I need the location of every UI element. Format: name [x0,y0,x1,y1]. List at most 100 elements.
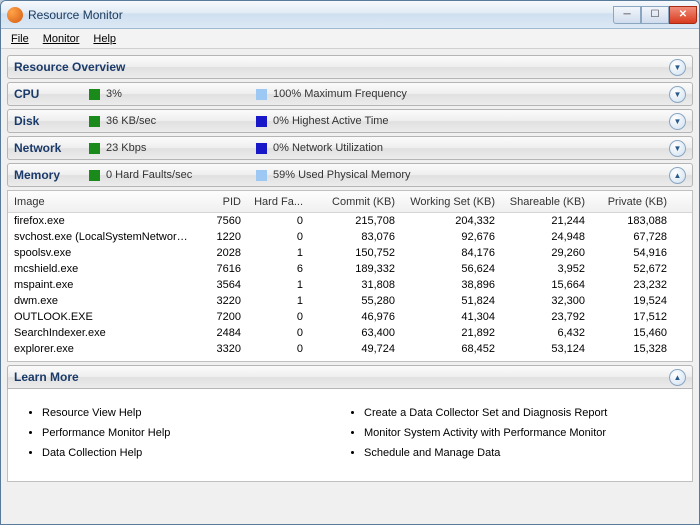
table-row[interactable]: SearchIndexer.exe2484063,40021,8926,4321… [8,325,692,341]
col-pid[interactable]: PID [200,196,248,208]
learn-more-link[interactable]: Schedule and Manage Data [364,447,672,459]
cell-image: mcshield.exe [8,263,200,275]
learn-more-link[interactable]: Data Collection Help [42,447,350,459]
section-title: Memory [14,168,89,182]
table-row[interactable]: mcshield.exe76166189,33256,6243,95252,67… [8,261,692,277]
menu-monitor[interactable]: Monitor [37,31,86,47]
col-hardfaults[interactable]: Hard Fa... [248,196,310,208]
cell-private: 183,088 [592,215,674,227]
section-network[interactable]: Network 23 Kbps 0% Network Utilization ▼ [7,136,693,160]
cell-shareable: 24,948 [502,231,592,243]
cell-workingset: 38,896 [402,279,502,291]
table-body[interactable]: firefox.exe75600215,708204,33221,244183,… [8,213,692,361]
cell-pid: 3220 [200,295,248,307]
cell-commit: 63,400 [310,327,402,339]
window-controls: ─ ☐ ✕ [613,6,697,24]
disk-usage-swatch [89,116,100,127]
section-title: Resource Overview [14,60,669,74]
cpu-usage-swatch [89,89,100,100]
cell-hardfaults: 6 [248,263,310,275]
expand-icon[interactable]: ▼ [669,59,686,76]
learn-more-link[interactable]: Resource View Help [42,407,350,419]
table-row[interactable]: OUTLOOK.EXE7200046,97641,30423,79217,512 [8,309,692,325]
disk-active-value: 0% Highest Active Time [273,115,389,127]
memory-used-swatch [256,170,267,181]
memory-faults-value: 0 Hard Faults/sec [106,169,256,181]
table-header: Image PID Hard Fa... Commit (KB) Working… [8,191,692,213]
collapse-icon[interactable]: ▲ [669,369,686,386]
close-button[interactable]: ✕ [669,6,697,24]
expand-icon[interactable]: ▼ [669,140,686,157]
collapse-icon[interactable]: ▲ [669,167,686,184]
cpu-usage-value: 3% [106,88,256,100]
cell-pid: 7616 [200,263,248,275]
content-area: Resource Overview ▼ CPU 3% 100% Maximum … [1,49,699,524]
cell-image: SearchIndexer.exe [8,327,200,339]
col-commit[interactable]: Commit (KB) [310,196,402,208]
expand-icon[interactable]: ▼ [669,113,686,130]
cell-hardfaults: 1 [248,247,310,259]
cell-shareable: 23,792 [502,311,592,323]
disk-usage-value: 36 KB/sec [106,115,256,127]
learn-more-link[interactable]: Create a Data Collector Set and Diagnosi… [364,407,672,419]
cell-hardfaults: 0 [248,311,310,323]
minimize-button[interactable]: ─ [613,6,641,24]
table-row[interactable]: firefox.exe75600215,708204,33221,244183,… [8,213,692,229]
section-title: Disk [14,114,89,128]
section-memory[interactable]: Memory 0 Hard Faults/sec 59% Used Physic… [7,163,693,187]
cell-workingset: 84,176 [402,247,502,259]
table-row[interactable]: explorer.exe3320049,72468,45253,12415,32… [8,341,692,357]
learn-more-col2: Create a Data Collector Set and Diagnosi… [350,399,672,467]
learn-more-content: Resource View Help Performance Monitor He… [7,389,693,482]
titlebar[interactable]: Resource Monitor ─ ☐ ✕ [1,1,699,29]
cell-hardfaults: 0 [248,215,310,227]
network-usage-swatch [89,143,100,154]
section-overview[interactable]: Resource Overview ▼ [7,55,693,79]
maximize-button[interactable]: ☐ [641,6,669,24]
app-icon [7,7,23,23]
cell-shareable: 32,300 [502,295,592,307]
cell-image: spoolsv.exe [8,247,200,259]
table-row[interactable]: dwm.exe3220155,28051,82432,30019,524 [8,293,692,309]
network-util-wrap: 0% Network Utilization [256,142,669,154]
col-image[interactable]: Image [8,196,200,208]
cell-shareable: 21,244 [502,215,592,227]
table-row[interactable]: spoolsv.exe20281150,75284,17629,26054,91… [8,245,692,261]
memory-used-wrap: 59% Used Physical Memory [256,169,669,181]
learn-more-link[interactable]: Performance Monitor Help [42,427,350,439]
cell-private: 19,524 [592,295,674,307]
col-private[interactable]: Private (KB) [592,196,674,208]
cell-private: 15,328 [592,343,674,355]
cell-image: mspaint.exe [8,279,200,291]
cell-commit: 150,752 [310,247,402,259]
cell-commit: 189,332 [310,263,402,275]
col-workingset[interactable]: Working Set (KB) [402,196,502,208]
menu-help[interactable]: Help [87,31,122,47]
cell-hardfaults: 0 [248,327,310,339]
table-row[interactable]: mspaint.exe3564131,80838,89615,66423,232 [8,277,692,293]
cell-workingset: 56,624 [402,263,502,275]
cell-commit: 49,724 [310,343,402,355]
cell-image: svchost.exe (LocalSystemNetworkRest... [8,231,200,243]
table-row[interactable]: svchost.exe (LocalSystemNetworkRest...12… [8,229,692,245]
cell-workingset: 204,332 [402,215,502,227]
window-title: Resource Monitor [28,8,613,22]
section-disk[interactable]: Disk 36 KB/sec 0% Highest Active Time ▼ [7,109,693,133]
cell-workingset: 92,676 [402,231,502,243]
cell-workingset: 21,892 [402,327,502,339]
learn-more-link[interactable]: Monitor System Activity with Performance… [364,427,672,439]
menu-file[interactable]: File [5,31,35,47]
expand-icon[interactable]: ▼ [669,86,686,103]
section-cpu[interactable]: CPU 3% 100% Maximum Frequency ▼ [7,82,693,106]
col-shareable[interactable]: Shareable (KB) [502,196,592,208]
learn-more-col1: Resource View Help Performance Monitor He… [28,399,350,467]
memory-faults-swatch [89,170,100,181]
section-learn-more[interactable]: Learn More ▲ [7,365,693,389]
cpu-freq-value: 100% Maximum Frequency [273,88,407,100]
network-usage-value: 23 Kbps [106,142,256,154]
section-title: Network [14,141,89,155]
cell-shareable: 53,124 [502,343,592,355]
cell-workingset: 51,824 [402,295,502,307]
cell-shareable: 29,260 [502,247,592,259]
cpu-freq-swatch [256,89,267,100]
